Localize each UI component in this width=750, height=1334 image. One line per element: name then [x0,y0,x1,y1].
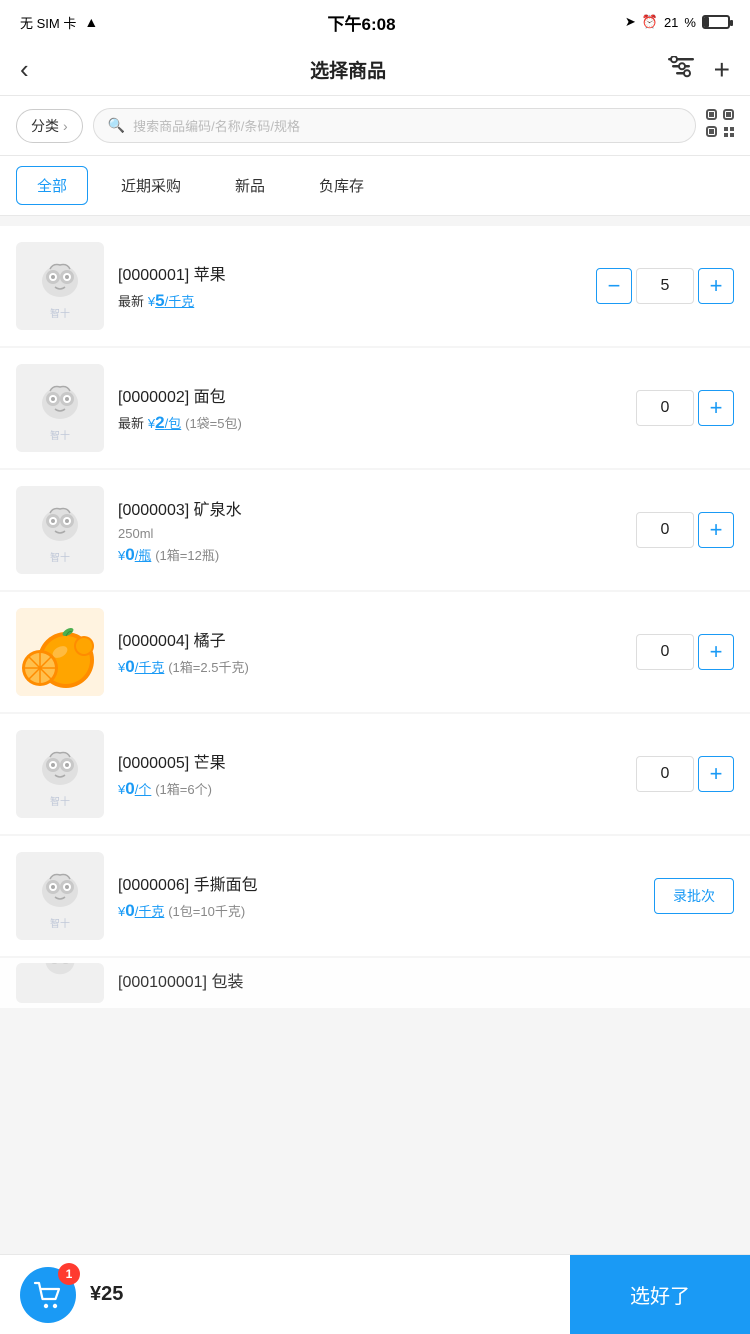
qty-input-3[interactable] [636,512,694,548]
tab-all[interactable]: 全部 [16,166,88,205]
product-info-7: [000100001] 包装 [118,968,734,998]
batch-button-6[interactable]: 录批次 [654,878,734,914]
search-placeholder: 搜索商品编码/名称/条码/规格 [133,116,300,135]
add-button[interactable]: + [714,54,730,86]
category-button[interactable]: 分类 › [16,109,83,143]
product-item-5: 智十 [0000005] 芒果 ¥0/个 (1箱=6个) + [0,714,750,834]
product-name-3: [0000003] 矿泉水 [118,496,622,520]
filter-bar: 分类 › 🔍 搜索商品编码/名称/条码/规格 [0,96,750,156]
qty-input-2[interactable] [636,390,694,426]
tabs-bar: 全部 近期采购 新品 负库存 [0,156,750,216]
product-image-4 [16,608,104,696]
battery-text: 21 [664,15,678,30]
qty-input-5[interactable] [636,756,694,792]
cart-area: 1 ¥25 [0,1267,570,1323]
qty-control-1: − + [596,268,734,304]
tab-recent[interactable]: 近期采购 [100,166,202,205]
location-icon: ➤ [625,14,636,30]
status-left: 无 SIM 卡 ▲ [20,13,98,32]
qty-plus-4[interactable]: + [698,634,734,670]
product-info-4: [0000004] 橘子 ¥0/千克 (1箱=2.5千克) [118,627,622,677]
product-list: 智十 [0000001] 苹果 最新 ¥5/千克 − + [0,226,750,1100]
product-image-3: 智十 [16,486,104,574]
qty-minus-1[interactable]: − [596,268,632,304]
qty-plus-5[interactable]: + [698,756,734,792]
product-item-4: [0000004] 橘子 ¥0/千克 (1箱=2.5千克) + [0,592,750,712]
qty-input-1[interactable] [636,268,694,304]
qty-control-5: + [636,756,734,792]
tab-negative[interactable]: 负库存 [298,166,385,205]
back-button[interactable]: ‹ [20,54,29,85]
product-name-1: [0000001] 苹果 [118,261,582,285]
tab-new[interactable]: 新品 [214,166,286,205]
product-name-6: [0000006] 手撕面包 [118,871,640,895]
product-name-4: [0000004] 橘子 [118,627,622,651]
product-info-3: [0000003] 矿泉水 250ml ¥0/瓶 (1箱=12瓶) [118,496,622,565]
cart-badge: 1 [58,1263,80,1285]
search-icon: 🔍 [108,117,125,134]
product-price-1: 最新 ¥5/千克 [118,291,582,311]
bottom-bar: 1 ¥25 选好了 [0,1254,750,1334]
qty-control-2: + [636,390,734,426]
search-bar[interactable]: 🔍 搜索商品编码/名称/条码/规格 [93,108,696,143]
product-spec-3: 250ml [118,526,622,541]
filter-icon[interactable] [668,56,694,84]
status-right: ➤ ⏰ 21 % [625,14,730,30]
product-image-1: 智十 [16,242,104,330]
category-arrow: › [63,118,68,134]
product-price-3: ¥0/瓶 (1箱=12瓶) [118,545,622,565]
product-name-5: [0000005] 芒果 [118,749,622,773]
product-item-2: 智十 [0000002] 面包 最新 ¥2/包 (1袋=5包) + [0,348,750,468]
alarm-icon: ⏰ [642,14,658,30]
product-info-6: [0000006] 手撕面包 ¥0/千克 (1包=10千克) [118,871,640,921]
cart-icon[interactable]: 1 [20,1267,76,1323]
product-info-5: [0000005] 芒果 ¥0/个 (1箱=6个) [118,749,622,799]
product-price-6: ¥0/千克 (1包=10千克) [118,901,640,921]
product-price-2: 最新 ¥2/包 (1袋=5包) [118,413,622,433]
product-item-3: 智十 [0000003] 矿泉水 250ml ¥0/瓶 (1箱=12瓶) + [0,470,750,590]
qty-plus-1[interactable]: + [698,268,734,304]
product-info-2: [0000002] 面包 最新 ¥2/包 (1袋=5包) [118,383,622,433]
qty-input-4[interactable] [636,634,694,670]
battery-icon [702,15,730,29]
status-bar: 无 SIM 卡 ▲ 下午6:08 ➤ ⏰ 21 % [0,0,750,44]
category-label: 分类 [31,116,59,136]
page-title: 选择商品 [310,56,386,83]
wifi-icon: ▲ [84,14,98,30]
product-image-7 [16,963,104,1003]
qty-plus-2[interactable]: + [698,390,734,426]
product-image-5: 智十 [16,730,104,818]
status-time: 下午6:08 [328,10,396,35]
carrier-text: 无 SIM 卡 [20,13,76,32]
product-price-4: ¥0/千克 (1箱=2.5千克) [118,657,622,677]
nav-bar: ‹ 选择商品 + [0,44,750,96]
product-item-1: 智十 [0000001] 苹果 最新 ¥5/千克 − + [0,226,750,346]
qty-plus-3[interactable]: + [698,512,734,548]
product-item-6: 智十 [0000006] 手撕面包 ¥0/千克 (1包=10千克) 录批次 [0,836,750,956]
qty-control-4: + [636,634,734,670]
product-image-2: 智十 [16,364,104,452]
product-info-1: [0000001] 苹果 最新 ¥5/千克 [118,261,582,311]
section-divider [0,216,750,226]
product-price-5: ¥0/个 (1箱=6个) [118,779,622,799]
scan-icon[interactable] [706,109,734,143]
qty-control-3: + [636,512,734,548]
product-image-6: 智十 [16,852,104,940]
cart-total: ¥25 [90,1283,123,1306]
product-name-7: [000100001] 包装 [118,968,734,992]
nav-actions: + [668,54,730,86]
product-item-7: [000100001] 包装 [0,958,750,1008]
confirm-button[interactable]: 选好了 [570,1255,750,1334]
product-name-2: [0000002] 面包 [118,383,622,407]
